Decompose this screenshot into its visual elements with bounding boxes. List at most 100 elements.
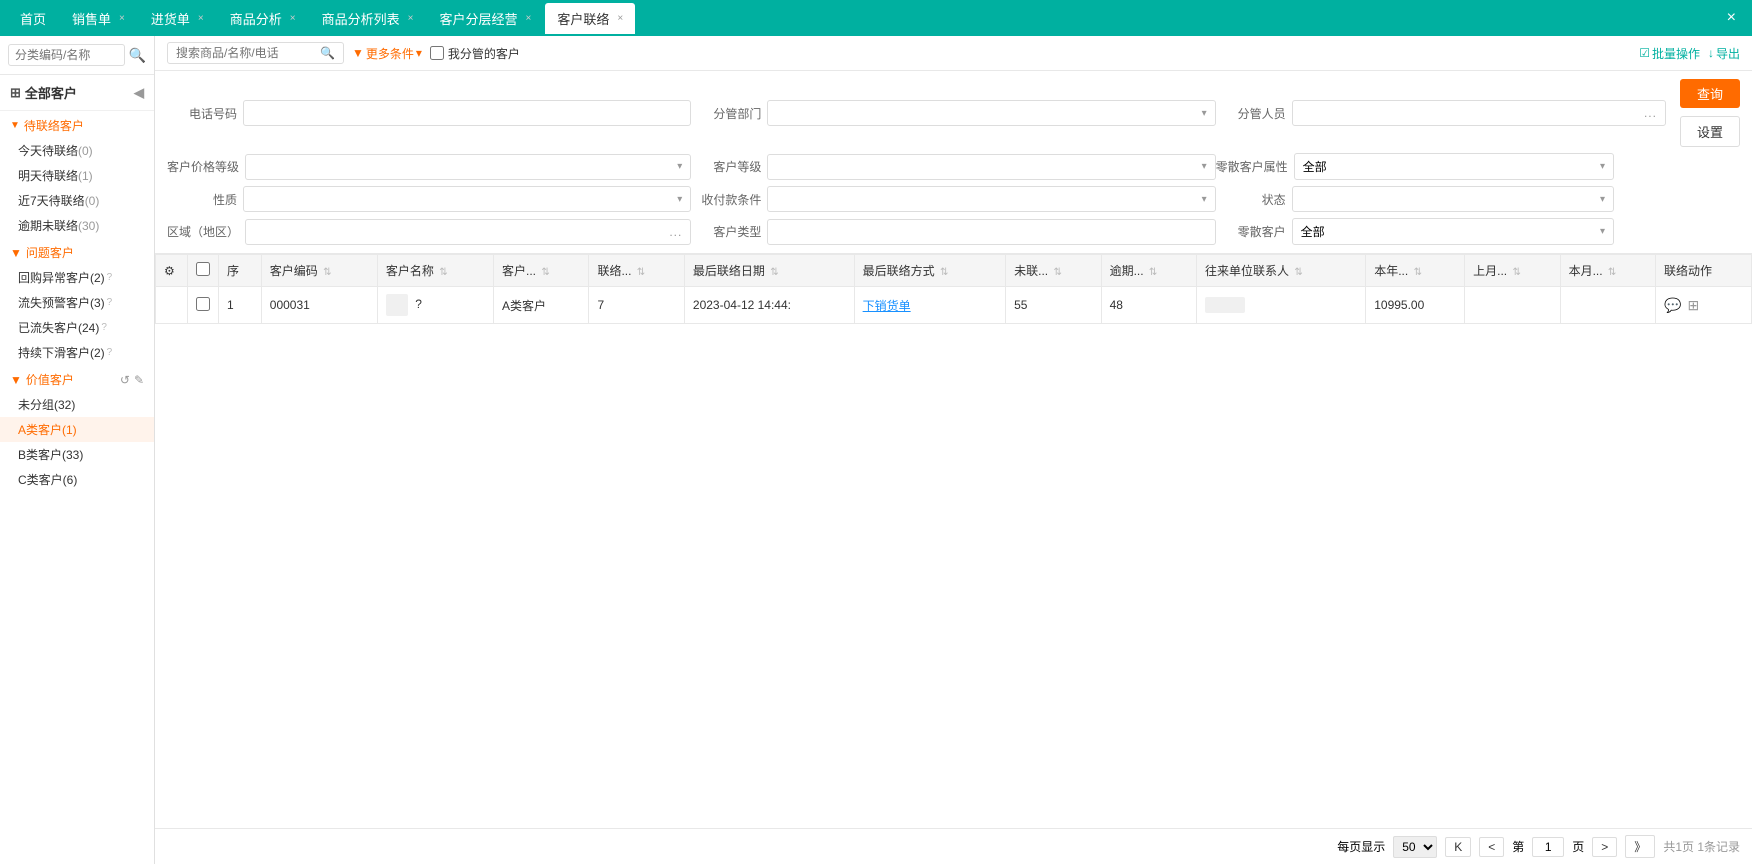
contact-person-placeholder	[1205, 297, 1245, 313]
problem-arrow-icon: ▼	[10, 246, 22, 260]
sidebar-search-input[interactable]	[8, 44, 125, 66]
th-last-method[interactable]: 最后联络方式 ⇅	[854, 255, 1006, 287]
close-purchase-tab[interactable]: ×	[198, 13, 204, 24]
sidebar-search-icon[interactable]: 🔍	[129, 47, 146, 64]
phone-input[interactable]	[243, 100, 691, 126]
tab-customer-contact[interactable]: 客户联络 ×	[545, 3, 635, 34]
td-name: ?	[377, 287, 493, 324]
all-customers-label: 全部客户	[25, 83, 77, 102]
td-this-year: 10995.00	[1366, 287, 1465, 324]
sidebar-item-abnormal-repurchase[interactable]: 回购异常客户(2) ?	[0, 265, 154, 290]
batch-operation-button[interactable]: ☑ 批量操作	[1639, 45, 1700, 62]
th-last-month[interactable]: 上月... ⇅	[1465, 255, 1560, 287]
sidebar-item-declining[interactable]: 持续下滑客户(2) ?	[0, 340, 154, 365]
close-sales-tab[interactable]: ×	[119, 13, 125, 24]
sidebar-item-c-class[interactable]: C类客户(6)	[0, 467, 154, 492]
table-scroll-area[interactable]: ⚙ 序 客户编码 ⇅ 客户名称 ⇅ 客户... ⇅ 联络... ⇅ 最后联络日期…	[155, 254, 1752, 828]
sidebar-collapse-icon[interactable]: ◀	[134, 85, 144, 101]
retail-attr-select[interactable]: 全部 ▾	[1294, 153, 1614, 180]
sidebar-item-ungrouped[interactable]: 未分组(32)	[0, 392, 154, 417]
th-last-date[interactable]: 最后联络日期 ⇅	[684, 255, 854, 287]
search-input[interactable]	[176, 46, 316, 60]
close-customer-tier-tab[interactable]: ×	[525, 13, 531, 24]
select-all-checkbox[interactable]	[196, 262, 210, 276]
prev-page-button[interactable]: <	[1479, 837, 1504, 857]
tab-product-analysis[interactable]: 商品分析 ×	[218, 3, 308, 34]
comment-action-icon[interactable]: 💬	[1664, 297, 1681, 314]
tab-purchase[interactable]: 进货单 ×	[139, 3, 216, 34]
sidebar-item-7days-pending[interactable]: 近7天待联络(0)	[0, 188, 154, 213]
last-method-link[interactable]: 下销货单	[863, 299, 911, 313]
close-product-analysis-tab[interactable]: ×	[290, 13, 296, 24]
filter-cell-retail-attr: 零散客户属性 全部 ▾	[1216, 153, 1740, 180]
query-button[interactable]: 查询	[1680, 79, 1740, 108]
sort-month-icon: ⇅	[1608, 267, 1616, 278]
status-select[interactable]: ▾	[1292, 186, 1614, 212]
retail-customer-select[interactable]: 全部 ▾	[1292, 218, 1614, 245]
th-this-month[interactable]: 本月... ⇅	[1560, 255, 1655, 287]
th-code[interactable]: 客户编码 ⇅	[261, 255, 377, 287]
customer-type-input[interactable]	[767, 219, 1215, 245]
price-level-select[interactable]: ▾	[245, 154, 691, 180]
dept-select[interactable]: ▾	[767, 100, 1215, 126]
search-button-icon[interactable]: 🔍	[320, 46, 335, 60]
tab-home[interactable]: 首页	[8, 3, 58, 34]
sidebar-item-churn-warning[interactable]: 流失预警客户(3) ?	[0, 290, 154, 315]
th-overdue[interactable]: 逾期... ⇅	[1101, 255, 1196, 287]
td-checkbox[interactable]	[188, 287, 219, 324]
th-this-year[interactable]: 本年... ⇅	[1366, 255, 1465, 287]
page-size-select[interactable]: 50	[1393, 836, 1437, 858]
sidebar-item-churned[interactable]: 已流失客户(24) ?	[0, 315, 154, 340]
sidebar-item-b-class[interactable]: B类客户(33)	[0, 442, 154, 467]
td-contact-count: 7	[589, 287, 684, 324]
value-section-title[interactable]: ▼ 价值客户 ↺ ✎	[0, 365, 154, 392]
row-checkbox[interactable]	[196, 297, 210, 311]
next-page-button[interactable]: >	[1592, 837, 1617, 857]
nature-select[interactable]: ▾	[243, 186, 691, 212]
edit-value-icon[interactable]: ✎	[134, 373, 144, 387]
th-contact-person[interactable]: 往来单位联系人 ⇅	[1197, 255, 1366, 287]
th-contact[interactable]: 联络... ⇅	[589, 255, 684, 287]
last-page-button[interactable]: 》	[1625, 835, 1655, 858]
problem-section-title[interactable]: ▼ 问题客户	[0, 238, 154, 265]
th-type[interactable]: 客户... ⇅	[494, 255, 589, 287]
sidebar-all-customers-header[interactable]: ⊞ 全部客户 ◀	[0, 75, 154, 111]
more-filter-button[interactable]: ▼ 更多条件 ▾	[352, 45, 422, 62]
th-checkbox[interactable]	[188, 255, 219, 287]
sidebar-item-overdue-contact[interactable]: 逾期未联络(30)	[0, 213, 154, 238]
close-customer-contact-tab[interactable]: ×	[617, 13, 623, 24]
close-product-analysis-list-tab[interactable]: ×	[408, 13, 414, 24]
status-label: 状态	[1216, 191, 1286, 208]
td-actions: 💬 ⊞	[1656, 287, 1752, 324]
sidebar-item-today-pending[interactable]: 今天待联络(0)	[0, 138, 154, 163]
tab-product-analysis-list[interactable]: 商品分析列表 ×	[310, 3, 426, 34]
payment-select[interactable]: ▾	[767, 186, 1215, 212]
sidebar-item-tomorrow-pending[interactable]: 明天待联络(1)	[0, 163, 154, 188]
customer-level-label: 客户等级	[691, 158, 761, 175]
th-gear[interactable]: ⚙	[156, 255, 188, 287]
customer-level-select[interactable]: ▾	[767, 154, 1215, 180]
refresh-icon[interactable]: ↺	[120, 373, 130, 387]
pending-section-title[interactable]: ▼ 待联络客户	[0, 111, 154, 138]
export-button[interactable]: ↓ 导出	[1708, 45, 1740, 62]
sort-method-icon: ⇅	[940, 267, 948, 278]
first-page-button[interactable]: K	[1445, 837, 1471, 857]
dept-chevron-icon: ▾	[1202, 108, 1207, 119]
tab-sales[interactable]: 销售单 ×	[60, 3, 137, 34]
sidebar-item-a-class[interactable]: A类客户(1)	[0, 417, 154, 442]
my-customers-checkbox-label[interactable]: 我分管的客户	[430, 45, 520, 62]
td-last-method[interactable]: 下销货单	[854, 287, 1006, 324]
my-customers-checkbox[interactable]	[430, 46, 444, 60]
td-gear	[156, 287, 188, 324]
th-uncontacted[interactable]: 未联... ⇅	[1006, 255, 1101, 287]
setting-button[interactable]: 设置	[1680, 116, 1740, 147]
region-input[interactable]: ...	[245, 219, 691, 245]
grid-action-icon[interactable]: ⊞	[1687, 297, 1699, 314]
row-action-icons: 💬 ⊞	[1664, 297, 1743, 314]
close-all-tabs[interactable]: ×	[1719, 5, 1744, 31]
page-number-input[interactable]	[1532, 837, 1564, 857]
manager-input[interactable]: ...	[1292, 100, 1666, 126]
filter-row-3: 性质 ▾ 收付款条件 ▾	[167, 186, 1740, 212]
tab-customer-tier[interactable]: 客户分层经营 ×	[427, 3, 543, 34]
th-name[interactable]: 客户名称 ⇅	[377, 255, 493, 287]
